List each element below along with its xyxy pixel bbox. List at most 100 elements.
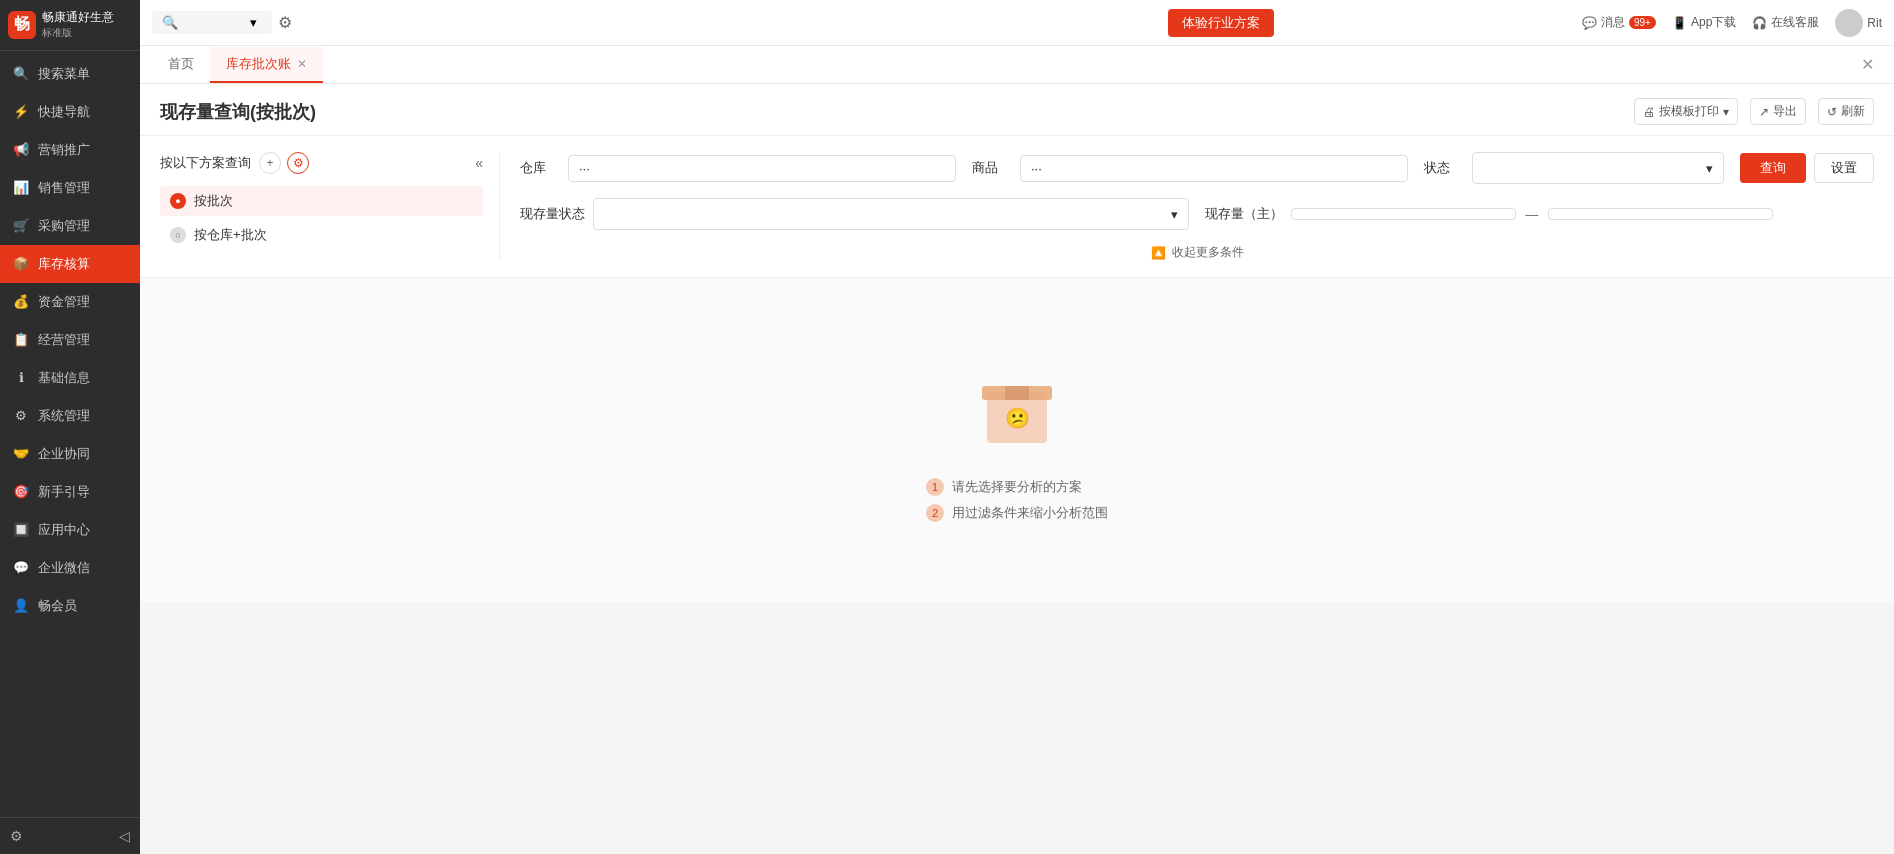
sidebar-item-purchase[interactable]: 🛒 采购管理 [0,207,140,245]
sidebar-item-sales[interactable]: 📊 销售管理 [0,169,140,207]
sidebar-item-label: 经营管理 [38,331,90,349]
empty-state: 😕 1 请先选择要分析的方案 2 用过滤条件来缩小分析范围 [140,278,1894,602]
inventory-qty-min-input[interactable] [1291,208,1516,220]
sidebar-item-search[interactable]: 🔍 搜索菜单 [0,55,140,93]
warehouse-dots: ··· [579,161,590,176]
sidebar-item-label: 营销推广 [38,141,90,159]
inventory-qty-max-input[interactable] [1548,208,1773,220]
close-panel-icon[interactable]: ✕ [1853,55,1882,74]
sidebar-item-collab[interactable]: 🤝 企业协同 [0,435,140,473]
chevron-down-icon: ▾ [1723,105,1729,119]
sidebar-item-basic[interactable]: ℹ 基础信息 [0,359,140,397]
sidebar-item-label: 采购管理 [38,217,90,235]
query-button[interactable]: 查询 [1740,153,1806,183]
tab-inventory-batch[interactable]: 库存批次账 ✕ [210,47,323,83]
messages-label: 消息 [1601,14,1625,31]
scheme-item-batch[interactable]: ● 按批次 [160,186,483,216]
export-icon: ↗ [1759,105,1769,119]
sidebar-item-label: 企业微信 [38,559,90,577]
print-icon: 🖨 [1643,105,1655,119]
topbar-right: 💬 消息 99+ 📱 App下载 🎧 在线客服 Rit [1582,9,1882,37]
inventory-status-select[interactable]: ▾ [593,198,1189,230]
inventory-status-field: 现存量状态 ▾ [520,198,1189,230]
inventory-qty-label: 现存量（主） [1205,205,1283,223]
sidebar-item-management[interactable]: 📋 经营管理 [0,321,140,359]
sidebar-item-system[interactable]: ⚙ 系统管理 [0,397,140,435]
mobile-icon: 📱 [1672,16,1687,30]
search-icon: 🔍 [162,15,178,30]
collapse-left-button[interactable]: « [475,155,483,171]
export-button[interactable]: ↗ 导出 [1750,98,1806,125]
refresh-icon: ↺ [1827,105,1837,119]
chevron-down-icon: ▾ [1706,161,1713,176]
scheme-list: ● 按批次 ○ 按仓库+批次 [160,186,483,250]
filter-scheme-panel: 按以下方案查询 + ⚙ « ● 按批次 ○ [160,152,500,261]
messages-action[interactable]: 💬 消息 99+ [1582,14,1656,31]
svg-rect-2 [1005,386,1029,400]
chevron-down-icon: ▾ [250,15,257,30]
warehouse-input[interactable]: ··· [568,155,956,182]
sidebar-item-label: 搜索菜单 [38,65,90,83]
avatar [1835,9,1863,37]
info-icon: ℹ [12,369,30,387]
tab-label: 首页 [168,55,194,73]
goods-input[interactable]: ··· [1020,155,1408,182]
brand: 畅 畅康通好生意 标准版 [8,10,132,40]
page-header: 现存量查询(按批次) 🖨 按模板打印 ▾ ↗ 导出 ↺ 刷新 [140,84,1894,136]
settings-button[interactable]: ⚙ [10,828,23,844]
filter-title-label: 按以下方案查询 [160,154,251,172]
sidebar-item-guide[interactable]: 🎯 新手引导 [0,473,140,511]
online-service-action[interactable]: 🎧 在线客服 [1752,14,1819,31]
empty-box-svg: 😕 [967,358,1067,458]
user-menu[interactable]: Rit [1835,9,1882,37]
page-content: 现存量查询(按批次) 🖨 按模板打印 ▾ ↗ 导出 ↺ 刷新 [140,84,1894,854]
scheme-item-warehouse-batch[interactable]: ○ 按仓库+批次 [160,220,483,250]
sidebar-item-marketing[interactable]: 📢 营销推广 [0,131,140,169]
warehouse-label: 仓库 [520,159,560,177]
weixin-icon: 💬 [12,559,30,577]
filter-settings-button[interactable]: 设置 [1814,153,1874,183]
topbar: 🔍 ▾ ⚙ 体验行业方案 💬 消息 99+ 📱 App下载 [140,0,1894,46]
app-download-action[interactable]: 📱 App下载 [1672,14,1736,31]
tab-home[interactable]: 首页 [152,47,210,83]
filter-row-2: 现存量状态 ▾ 现存量（主） — [520,198,1874,230]
topbar-settings-button[interactable]: ⚙ [278,13,292,32]
svg-text:😕: 😕 [1005,406,1030,430]
sidebar-footer: ⚙ ◁ [0,817,140,854]
goods-field: 商品 ··· [972,155,1408,182]
collapse-more-button[interactable]: 🔼 收起更多条件 [520,244,1874,261]
lightning-icon: ⚡ [12,103,30,121]
close-tab-icon[interactable]: ✕ [297,57,307,71]
status-label: 状态 [1424,159,1464,177]
topbar-search-box[interactable]: 🔍 ▾ [152,11,272,34]
sidebar-item-apps[interactable]: 🔲 应用中心 [0,511,140,549]
page-actions: 🖨 按模板打印 ▾ ↗ 导出 ↺ 刷新 [1634,98,1874,125]
sidebar-item-label: 应用中心 [38,521,90,539]
add-scheme-button[interactable]: + [259,152,281,174]
sidebar-item-inventory[interactable]: 📦 库存核算 [0,245,140,283]
topbar-search-input[interactable] [184,16,244,30]
status-field: 状态 ▾ [1424,152,1724,184]
filter-actions: 查询 设置 [1740,153,1874,183]
scheme-label: 按仓库+批次 [194,226,267,244]
sidebar-item-member[interactable]: 👤 畅会员 [0,587,140,625]
brand-icon: 畅 [8,11,36,39]
topbar-nav: 🔍 ▾ ⚙ [152,11,859,34]
sidebar-item-label: 销售管理 [38,179,90,197]
print-template-button[interactable]: 🖨 按模板打印 ▾ [1634,98,1738,125]
scheme-settings-icon[interactable]: ⚙ [287,152,309,174]
sidebar-item-weixin[interactable]: 💬 企业微信 [0,549,140,587]
search-icon: 🔍 [12,65,30,83]
member-icon: 👤 [12,597,30,615]
sidebar-item-quicknav[interactable]: ⚡ 快捷导航 [0,93,140,131]
sidebar-item-finance[interactable]: 💰 资金管理 [0,283,140,321]
sidebar-item-label: 新手引导 [38,483,90,501]
collapse-sidebar-button[interactable]: ◁ [119,828,130,844]
topbar-center: 体验行业方案 [867,9,1574,37]
refresh-button[interactable]: ↺ 刷新 [1818,98,1874,125]
sidebar-item-label: 系统管理 [38,407,90,425]
inventory-qty-field: 现存量（主） — [1205,205,1874,223]
try-industry-button[interactable]: 体验行业方案 [1168,9,1274,37]
status-select[interactable]: ▾ [1472,152,1724,184]
sidebar-item-label: 快捷导航 [38,103,90,121]
